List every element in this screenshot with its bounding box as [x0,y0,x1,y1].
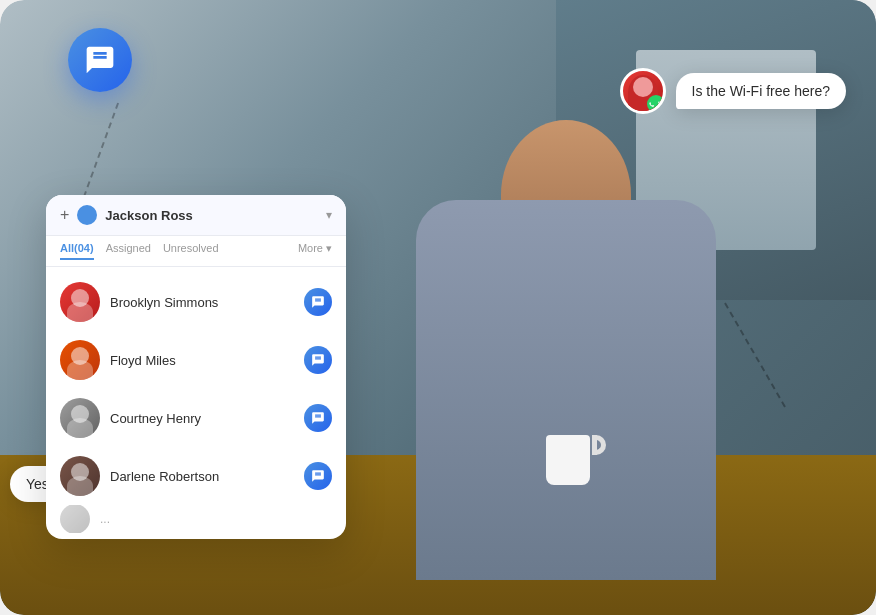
contact-name: ... [100,512,332,526]
tab-more[interactable]: More ▾ [298,242,332,260]
whatsapp-badge [647,95,665,113]
list-item[interactable]: Brooklyn Simmons [46,273,346,331]
channel-icon [77,205,97,225]
add-icon[interactable]: + [60,206,69,224]
list-item[interactable]: Darlene Robertson [46,447,346,505]
person-body [416,200,716,580]
bubble-text-right: Is the Wi-Fi free here? [676,73,847,109]
chat-bubble-incoming: Is the Wi-Fi free here? [620,68,847,114]
list-item[interactable]: Courtney Henry [46,389,346,447]
coffee-cup [546,425,596,485]
list-item[interactable]: Floyd Miles [46,331,346,389]
person-silhouette [356,80,776,580]
avatar [60,505,90,533]
contact-name: Courtney Henry [110,411,294,426]
message-channel-icon[interactable] [304,462,332,490]
list-item-partial: ... [46,505,346,533]
contact-panel: + Jackson Ross ▾ All(04) Assigned Unreso… [46,195,346,539]
contact-name: Floyd Miles [110,353,294,368]
avatar [60,398,100,438]
sender-avatar-red [620,68,666,114]
avatar [60,340,100,380]
message-channel-icon[interactable] [304,404,332,432]
channel-name: Jackson Ross [105,208,318,223]
tab-unresolved[interactable]: Unresolved [163,242,219,260]
dropdown-chevron-icon[interactable]: ▾ [326,208,332,222]
contact-name: Darlene Robertson [110,469,294,484]
tab-all[interactable]: All(04) [60,242,94,260]
message-channel-icon[interactable] [304,288,332,316]
avatar [60,282,100,322]
contact-name: Brooklyn Simmons [110,295,294,310]
contact-list: Brooklyn Simmons Floyd Miles [46,267,346,539]
panel-header[interactable]: + Jackson Ross ▾ [46,195,346,236]
messages-icon-main[interactable] [68,28,132,92]
tab-assigned[interactable]: Assigned [106,242,151,260]
message-channel-icon[interactable] [304,346,332,374]
avatar [60,456,100,496]
filter-tabs: All(04) Assigned Unresolved More ▾ [46,236,346,267]
main-scene: Is the Wi-Fi free here? Yes, no charge a… [0,0,876,615]
